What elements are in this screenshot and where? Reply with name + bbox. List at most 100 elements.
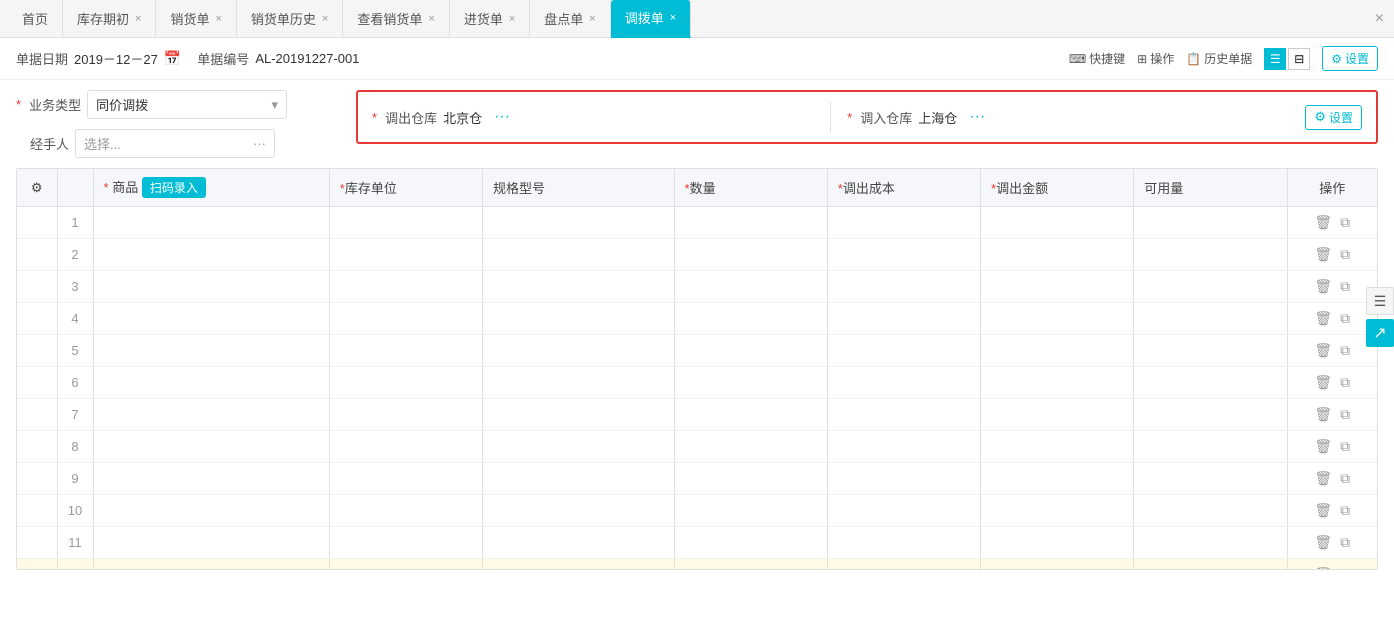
history-button[interactable]: 📋 历史单据: [1186, 50, 1252, 67]
copy-row-icon[interactable]: ⧉: [1340, 214, 1350, 231]
row-product-cell[interactable]: [93, 463, 329, 495]
row-spec-cell[interactable]: [482, 431, 674, 463]
delete-row-icon[interactable]: 🗑: [1314, 278, 1332, 295]
row-amount-cell[interactable]: [981, 271, 1134, 303]
row-unit-cell[interactable]: [329, 207, 482, 239]
row-cost-cell[interactable]: [827, 239, 980, 271]
tab-home[interactable]: 首页: [8, 0, 63, 38]
table-scroll[interactable]: ⚙ * 商品 扫码录入 *库存单位 规格型号 *数量: [17, 169, 1377, 569]
row-qty-cell[interactable]: [674, 367, 827, 399]
row-spec-cell[interactable]: [482, 335, 674, 367]
copy-row-icon[interactable]: ⧉: [1340, 438, 1350, 455]
row-unit-cell[interactable]: [329, 399, 482, 431]
copy-row-icon[interactable]: ⧉: [1340, 502, 1350, 519]
ops-button[interactable]: ⊞ 操作: [1137, 50, 1174, 67]
grid-view-list[interactable]: ☰: [1264, 48, 1286, 70]
tab-transfer-close[interactable]: ×: [670, 12, 676, 24]
row-cost-cell[interactable]: [827, 495, 980, 527]
scan-button[interactable]: 扫码录入: [142, 177, 206, 198]
delete-row-icon[interactable]: 🗑: [1314, 374, 1332, 391]
tab-purchase-close[interactable]: ×: [509, 13, 515, 25]
tab-inventory-close[interactable]: ×: [135, 13, 141, 25]
delete-row-icon[interactable]: 🗑: [1314, 310, 1332, 327]
row-qty-cell[interactable]: [674, 207, 827, 239]
tab-view-sales-close[interactable]: ×: [428, 13, 434, 25]
tab-sales-hist-close[interactable]: ×: [322, 13, 328, 25]
row-product-cell[interactable]: [93, 495, 329, 527]
copy-row-icon[interactable]: ⧉: [1340, 406, 1350, 423]
row-product-cell[interactable]: [93, 399, 329, 431]
row-product-cell[interactable]: [93, 527, 329, 559]
col-gear[interactable]: ⚙: [17, 169, 57, 207]
row-qty-cell[interactable]: [674, 527, 827, 559]
row-product-cell[interactable]: [93, 271, 329, 303]
row-unit-cell[interactable]: [329, 239, 482, 271]
target-warehouse-dots[interactable]: ···: [969, 108, 985, 126]
row-product-cell[interactable]: [93, 367, 329, 399]
row-spec-cell[interactable]: [482, 463, 674, 495]
row-qty-cell[interactable]: [674, 335, 827, 367]
row-amount-cell[interactable]: [981, 207, 1134, 239]
row-spec-cell[interactable]: [482, 271, 674, 303]
delete-row-icon[interactable]: 🗑: [1314, 214, 1332, 231]
tab-transfer[interactable]: 调拨单 ×: [611, 0, 691, 38]
copy-row-icon[interactable]: ⧉: [1340, 534, 1350, 551]
row-qty-cell[interactable]: [674, 463, 827, 495]
row-amount-cell[interactable]: [981, 303, 1134, 335]
row-cost-cell[interactable]: [827, 303, 980, 335]
float-list-btn[interactable]: ☰: [1366, 287, 1394, 315]
source-warehouse-dots[interactable]: ···: [494, 108, 510, 126]
row-spec-cell[interactable]: [482, 239, 674, 271]
row-amount-cell[interactable]: [981, 495, 1134, 527]
row-amount-cell[interactable]: [981, 463, 1134, 495]
tab-sales-close[interactable]: ×: [215, 13, 221, 25]
row-product-cell[interactable]: [93, 239, 329, 271]
delete-row-icon[interactable]: 🗑: [1314, 342, 1332, 359]
shortcut-button[interactable]: ⌨ 快捷键: [1069, 50, 1125, 67]
settings-button[interactable]: ⚙ 设置: [1322, 46, 1378, 71]
row-qty-cell[interactable]: [674, 495, 827, 527]
warehouse-settings[interactable]: ⚙ 设置: [1305, 105, 1362, 130]
row-amount-cell[interactable]: [981, 399, 1134, 431]
tab-inventory-init[interactable]: 库存期初 ×: [63, 0, 156, 38]
source-warehouse-value[interactable]: 北京仓: [443, 108, 482, 127]
row-product-cell[interactable]: [93, 207, 329, 239]
row-spec-cell[interactable]: [482, 367, 674, 399]
row-unit-cell[interactable]: [329, 335, 482, 367]
row-qty-cell[interactable]: [674, 431, 827, 463]
tab-view-sales[interactable]: 查看销货单 ×: [343, 0, 449, 38]
row-qty-cell[interactable]: [674, 239, 827, 271]
window-close-button[interactable]: ×: [1375, 10, 1384, 28]
row-qty-cell[interactable]: [674, 271, 827, 303]
handler-select[interactable]: 选择... ···: [75, 129, 275, 158]
copy-row-icon[interactable]: ⧉: [1340, 310, 1350, 327]
delete-row-icon[interactable]: 🗑: [1314, 534, 1332, 551]
row-spec-cell[interactable]: [482, 495, 674, 527]
row-spec-cell[interactable]: [482, 303, 674, 335]
copy-row-icon[interactable]: ⧉: [1340, 278, 1350, 295]
row-cost-cell[interactable]: [827, 527, 980, 559]
row-unit-cell[interactable]: [329, 431, 482, 463]
row-amount-cell[interactable]: [981, 239, 1134, 271]
row-amount-cell[interactable]: [981, 431, 1134, 463]
copy-row-icon[interactable]: ⧉: [1340, 470, 1350, 487]
float-export-btn[interactable]: ↗: [1366, 319, 1394, 347]
row-unit-cell[interactable]: [329, 463, 482, 495]
subtotal-delete-icon[interactable]: 🗑: [1314, 566, 1332, 569]
subtotal-copy-icon[interactable]: ⧉: [1340, 566, 1350, 569]
copy-row-icon[interactable]: ⧉: [1340, 246, 1350, 263]
row-unit-cell[interactable]: [329, 303, 482, 335]
row-qty-cell[interactable]: [674, 303, 827, 335]
row-unit-cell[interactable]: [329, 527, 482, 559]
delete-row-icon[interactable]: 🗑: [1314, 246, 1332, 263]
row-cost-cell[interactable]: [827, 271, 980, 303]
tab-sales-order[interactable]: 销货单 ×: [156, 0, 236, 38]
row-product-cell[interactable]: [93, 335, 329, 367]
row-spec-cell[interactable]: [482, 527, 674, 559]
row-product-cell[interactable]: [93, 431, 329, 463]
row-amount-cell[interactable]: [981, 527, 1134, 559]
target-warehouse-value[interactable]: 上海仓: [918, 108, 957, 127]
grid-view-split[interactable]: ⊟: [1288, 48, 1310, 70]
row-cost-cell[interactable]: [827, 207, 980, 239]
delete-row-icon[interactable]: 🗑: [1314, 470, 1332, 487]
